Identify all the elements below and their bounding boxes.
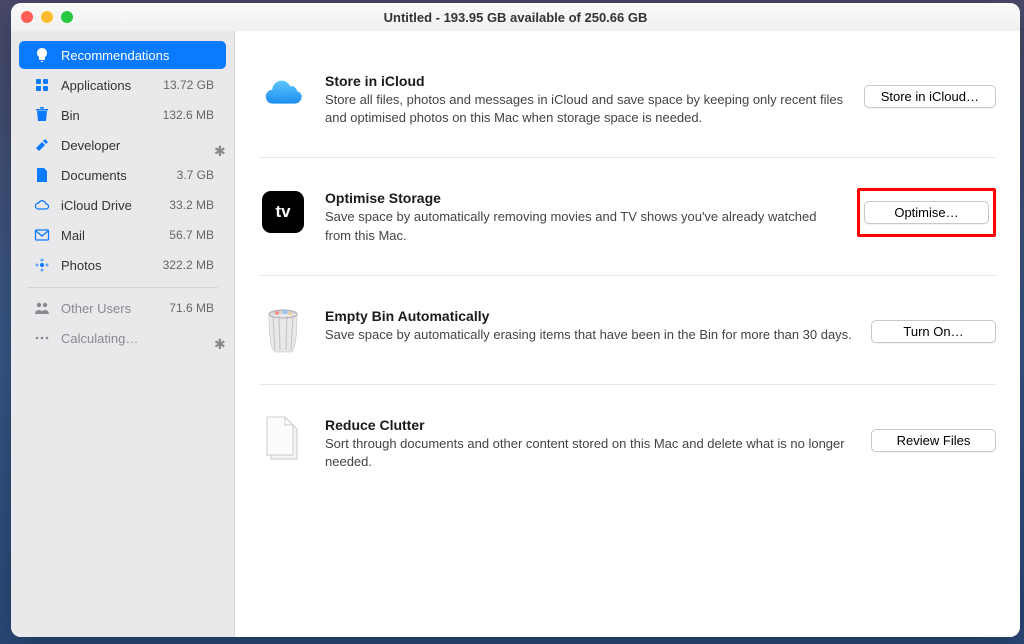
sidebar-item-documents[interactable]: Documents 3.7 GB [19,161,226,189]
sidebar-item-applications[interactable]: Applications 13.72 GB [19,71,226,99]
documents-icon [259,415,307,463]
cloud-icon [31,197,53,213]
recommendation-store-in-icloud: Store in iCloud Store all files, photos … [259,41,996,158]
recommendation-desc: Store all files, photos and messages in … [325,91,846,127]
recommendation-title: Optimise Storage [325,190,839,206]
titlebar: Untitled - 193.95 GB available of 250.66… [11,3,1020,31]
sidebar-item-value: 33.2 MB [169,198,214,212]
recommendation-desc: Save space by automatically removing mov… [325,208,839,244]
sidebar-item-label: Mail [61,228,169,243]
recommendation-action-highlighted: Optimise… [857,188,996,237]
main-content: Store in iCloud Store all files, photos … [235,31,1020,637]
sidebar-item-label: Photos [61,258,163,273]
sidebar-item-value: 132.6 MB [163,108,214,122]
optimise-button[interactable]: Optimise… [864,201,989,224]
dots-icon [31,330,53,346]
sidebar-item-label: Other Users [61,301,169,316]
sidebar-item-label: Applications [61,78,163,93]
sidebar-item-value: 322.2 MB [163,258,214,272]
sidebar-item-icloud-drive[interactable]: iCloud Drive 33.2 MB [19,191,226,219]
sidebar-item-value: 13.72 GB [163,78,214,92]
recommendation-text: Empty Bin Automatically Save space by au… [325,306,853,344]
storage-management-window: Untitled - 193.95 GB available of 250.66… [11,3,1020,637]
sidebar-item-calculating[interactable]: Calculating… [19,324,226,352]
sidebar-item-label: Developer [61,138,214,153]
bin-full-icon [259,306,307,354]
recommendation-desc: Sort through documents and other content… [325,435,853,471]
icloud-icon [259,71,307,119]
recommendation-text: Store in iCloud Store all files, photos … [325,71,846,127]
appletv-icon: tv [259,188,307,236]
lightbulb-icon [31,47,53,63]
turn-on-button[interactable]: Turn On… [871,320,996,343]
recommendation-text: Reduce Clutter Sort through documents an… [325,415,853,471]
recommendation-empty-bin: Empty Bin Automatically Save space by au… [259,276,996,385]
sidebar-item-other-users[interactable]: Other Users 71.6 MB [19,294,226,322]
sidebar-item-label: iCloud Drive [61,198,169,213]
recommendation-title: Reduce Clutter [325,417,853,433]
recommendation-action: Store in iCloud… [864,71,996,108]
sidebar-item-mail[interactable]: Mail 56.7 MB [19,221,226,249]
traffic-lights [21,11,73,23]
sidebar: Recommendations Applications 13.72 GB Bi… [11,31,235,637]
recommendation-title: Store in iCloud [325,73,846,89]
document-icon [31,167,53,183]
minimize-button[interactable] [41,11,53,23]
sidebar-item-label: Recommendations [61,48,214,63]
window-title: Untitled - 193.95 GB available of 250.66… [11,10,1020,25]
sidebar-item-photos[interactable]: Photos 322.2 MB [19,251,226,279]
review-files-button[interactable]: Review Files [871,429,996,452]
users-icon [31,300,53,316]
sidebar-separator [27,287,218,288]
envelope-icon [31,227,53,243]
photos-icon [31,257,53,273]
recommendation-desc: Save space by automatically erasing item… [325,326,853,344]
sidebar-item-value: 71.6 MB [169,301,214,315]
sidebar-item-label: Documents [61,168,177,183]
sidebar-item-developer[interactable]: Developer [19,131,226,159]
recommendation-action: Turn On… [871,306,996,343]
recommendation-reduce-clutter: Reduce Clutter Sort through documents an… [259,385,996,501]
maximize-button[interactable] [61,11,73,23]
recommendation-text: Optimise Storage Save space by automatic… [325,188,839,244]
store-in-icloud-button[interactable]: Store in iCloud… [864,85,996,108]
sidebar-item-recommendations[interactable]: Recommendations [19,41,226,69]
sidebar-item-label: Calculating… [61,331,214,346]
recommendation-title: Empty Bin Automatically [325,308,853,324]
hammer-icon [31,137,53,153]
sidebar-item-value: 56.7 MB [169,228,214,242]
trash-icon [31,107,53,123]
window-body: Recommendations Applications 13.72 GB Bi… [11,31,1020,637]
app-icon [31,77,53,93]
recommendation-optimise-storage: tv Optimise Storage Save space by automa… [259,158,996,275]
recommendation-action: Review Files [871,415,996,452]
close-button[interactable] [21,11,33,23]
sidebar-item-label: Bin [61,108,163,123]
sidebar-item-value: 3.7 GB [177,168,214,182]
sidebar-item-bin[interactable]: Bin 132.6 MB [19,101,226,129]
